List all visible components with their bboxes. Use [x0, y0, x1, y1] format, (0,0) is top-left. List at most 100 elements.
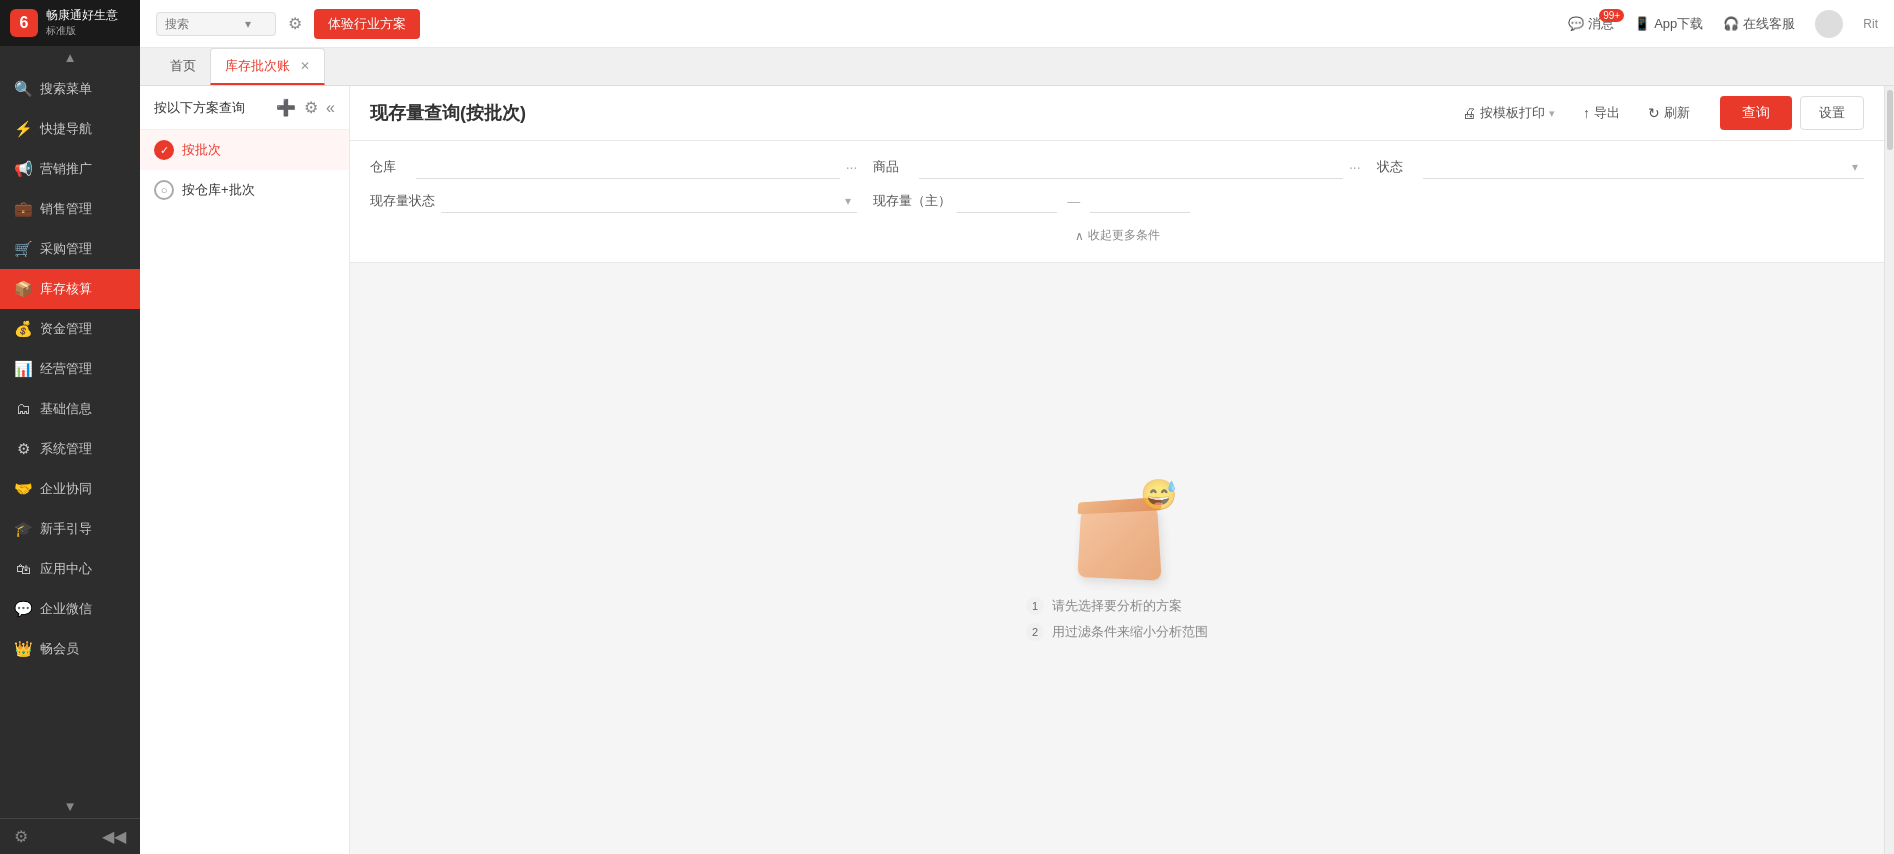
sidebar-item-system[interactable]: ⚙ 系统管理: [0, 429, 140, 469]
warehouse-more-icon[interactable]: ···: [846, 159, 858, 175]
settings-icon[interactable]: ⚙: [14, 827, 28, 846]
inventory-status-filter: 现存量状态 ▾: [370, 190, 857, 213]
refresh-icon: ↻: [1648, 105, 1660, 121]
headset-icon: 🎧: [1723, 16, 1739, 31]
sidebar-item-label: 搜索菜单: [40, 80, 92, 98]
tab-inventory-batch-label: 库存批次账: [225, 57, 290, 75]
sidebar-item-marketing[interactable]: 📢 营销推广: [0, 149, 140, 189]
sidebar-item-label: 新手引导: [40, 520, 92, 538]
print-arrow-icon: ▾: [1549, 107, 1555, 120]
topbar-gear-icon[interactable]: ⚙: [288, 14, 302, 33]
plan-item-warehouse-batch[interactable]: ○ 按仓库+批次: [140, 170, 349, 210]
scroll-down-button[interactable]: ▼: [0, 795, 140, 818]
warehouse-filter: 仓库 ···: [370, 155, 857, 179]
page-title-bar: 现存量查询(按批次) 🖨 按模板打印 ▾ ↑ 导出 ↻ 刷新: [350, 86, 1884, 141]
inventory-icon: 📦: [14, 280, 32, 298]
tab-home[interactable]: 首页: [156, 49, 210, 85]
basics-icon: 🗂: [14, 400, 32, 418]
collapse-filter-button[interactable]: ∧ 收起更多条件: [370, 223, 1864, 248]
sidebar-item-label: 企业微信: [40, 600, 92, 618]
right-content: 现存量查询(按批次) 🖨 按模板打印 ▾ ↑ 导出 ↻ 刷新: [350, 86, 1884, 854]
status-select[interactable]: ▾: [1423, 156, 1864, 179]
plan-settings-icon[interactable]: ⚙: [304, 98, 318, 117]
industry-solution-button[interactable]: 体验行业方案: [314, 9, 420, 39]
plan-item-batch[interactable]: ✓ 按批次: [140, 130, 349, 170]
sidebar-item-search[interactable]: 🔍 搜索菜单: [0, 69, 140, 109]
warehouse-label: 仓库: [370, 158, 410, 176]
collapse-sidebar-icon[interactable]: ◀◀: [102, 827, 126, 846]
sidebar-item-quicknav[interactable]: ⚡ 快捷导航: [0, 109, 140, 149]
filter-settings-button[interactable]: 设置: [1800, 96, 1864, 130]
add-plan-icon[interactable]: ➕: [276, 98, 296, 117]
left-panel-header: 按以下方案查询 ➕ ⚙ «: [140, 86, 349, 130]
sidebar: 6 畅康通好生意 标准版 ▲ 🔍 搜索菜单 ⚡ 快捷导航 📢 营销推广 💼 销售…: [0, 0, 140, 854]
plan-unselected-icon: ○: [154, 180, 174, 200]
sidebar-item-operations[interactable]: 📊 经营管理: [0, 349, 140, 389]
product-input[interactable]: [919, 155, 1343, 179]
product-more-icon[interactable]: ···: [1349, 159, 1361, 175]
plan-item-label: 按批次: [182, 141, 221, 159]
inventory-qty-filter: 现存量（主） —: [873, 189, 1360, 213]
hint-num-1: 1: [1026, 597, 1044, 615]
sidebar-footer: ⚙ ◀◀: [0, 818, 140, 854]
sidebar-item-guide[interactable]: 🎓 新手引导: [0, 509, 140, 549]
purchase-icon: 🛒: [14, 240, 32, 258]
query-button[interactable]: 查询: [1720, 96, 1792, 130]
member-icon: 👑: [14, 640, 32, 658]
empty-hints: 1 请先选择要分析的方案 2 用过滤条件来缩小分析范围: [1026, 597, 1208, 641]
tab-close-icon[interactable]: ✕: [300, 59, 310, 73]
user-avatar[interactable]: [1815, 10, 1843, 38]
scroll-thumb: [1887, 90, 1893, 150]
customer-service-button[interactable]: 🎧 在线客服: [1723, 15, 1795, 33]
topbar: ▾ ⚙ 体验行业方案 💬 消息 99+ 📱 App下载 🎧 在线客服 Rit: [140, 0, 1894, 48]
print-button[interactable]: 🖨 按模板打印 ▾: [1454, 100, 1563, 126]
qty-dash: —: [1063, 194, 1084, 209]
sidebar-item-label: 系统管理: [40, 440, 92, 458]
tab-inventory-batch[interactable]: 库存批次账 ✕: [210, 48, 325, 85]
search-dropdown-icon[interactable]: ▾: [245, 17, 251, 31]
inventory-qty-to-input[interactable]: [1090, 189, 1190, 213]
inventory-qty-from-input[interactable]: [957, 189, 1057, 213]
main-area: ▾ ⚙ 体验行业方案 💬 消息 99+ 📱 App下载 🎧 在线客服 Rit 首…: [140, 0, 1894, 854]
warehouse-input[interactable]: [416, 155, 840, 179]
export-label: 导出: [1594, 104, 1620, 122]
right-scrollbar[interactable]: [1884, 86, 1894, 854]
sidebar-item-wechat[interactable]: 💬 企业微信: [0, 589, 140, 629]
tab-home-label: 首页: [170, 57, 196, 75]
product-filter: 商品 ···: [873, 155, 1360, 179]
print-label: 按模板打印: [1480, 104, 1545, 122]
app-download-button[interactable]: 📱 App下载: [1634, 15, 1703, 33]
print-icon: 🖨: [1462, 105, 1476, 121]
status-label: 状态: [1377, 158, 1417, 176]
wechat-icon: 💬: [14, 600, 32, 618]
sidebar-item-purchase[interactable]: 🛒 采购管理: [0, 229, 140, 269]
empty-hint-2: 2 用过滤条件来缩小分析范围: [1026, 623, 1208, 641]
left-panel-title: 按以下方案查询: [154, 99, 245, 117]
sidebar-header: 6 畅康通好生意 标准版: [0, 0, 140, 46]
sidebar-item-sales[interactable]: 💼 销售管理: [0, 189, 140, 229]
refresh-button[interactable]: ↻ 刷新: [1640, 100, 1698, 126]
scroll-up-button[interactable]: ▲: [0, 46, 140, 69]
inventory-status-select[interactable]: ▾: [441, 190, 857, 213]
sidebar-item-member[interactable]: 👑 畅会员: [0, 629, 140, 669]
export-button[interactable]: ↑ 导出: [1575, 100, 1628, 126]
finance-icon: 💰: [14, 320, 32, 338]
sidebar-item-apps[interactable]: 🛍 应用中心: [0, 549, 140, 589]
left-panel: 按以下方案查询 ➕ ⚙ « ✓ 按批次 ○ 按仓库+批次: [140, 86, 350, 854]
phone-icon: 📱: [1634, 16, 1650, 31]
sidebar-item-label: 采购管理: [40, 240, 92, 258]
enterprise-icon: 🤝: [14, 480, 32, 498]
messages-button[interactable]: 💬 消息 99+: [1568, 15, 1614, 33]
inventory-status-label: 现存量状态: [370, 192, 435, 210]
collapse-panel-icon[interactable]: «: [326, 99, 335, 117]
search-input[interactable]: [165, 17, 245, 31]
empty-state-area: 😅 1 请先选择要分析的方案 2 用过滤条件来缩小分析范围: [350, 263, 1884, 854]
sidebar-item-finance[interactable]: 💰 资金管理: [0, 309, 140, 349]
messages-badge: 99+: [1599, 9, 1624, 22]
username-label: Rit: [1863, 17, 1878, 31]
sidebar-item-basics[interactable]: 🗂 基础信息: [0, 389, 140, 429]
sidebar-item-inventory[interactable]: 📦 库存核算: [0, 269, 140, 309]
sidebar-item-enterprise[interactable]: 🤝 企业协同: [0, 469, 140, 509]
page-title: 现存量查询(按批次): [370, 101, 526, 125]
topbar-search-box[interactable]: ▾: [156, 12, 276, 36]
